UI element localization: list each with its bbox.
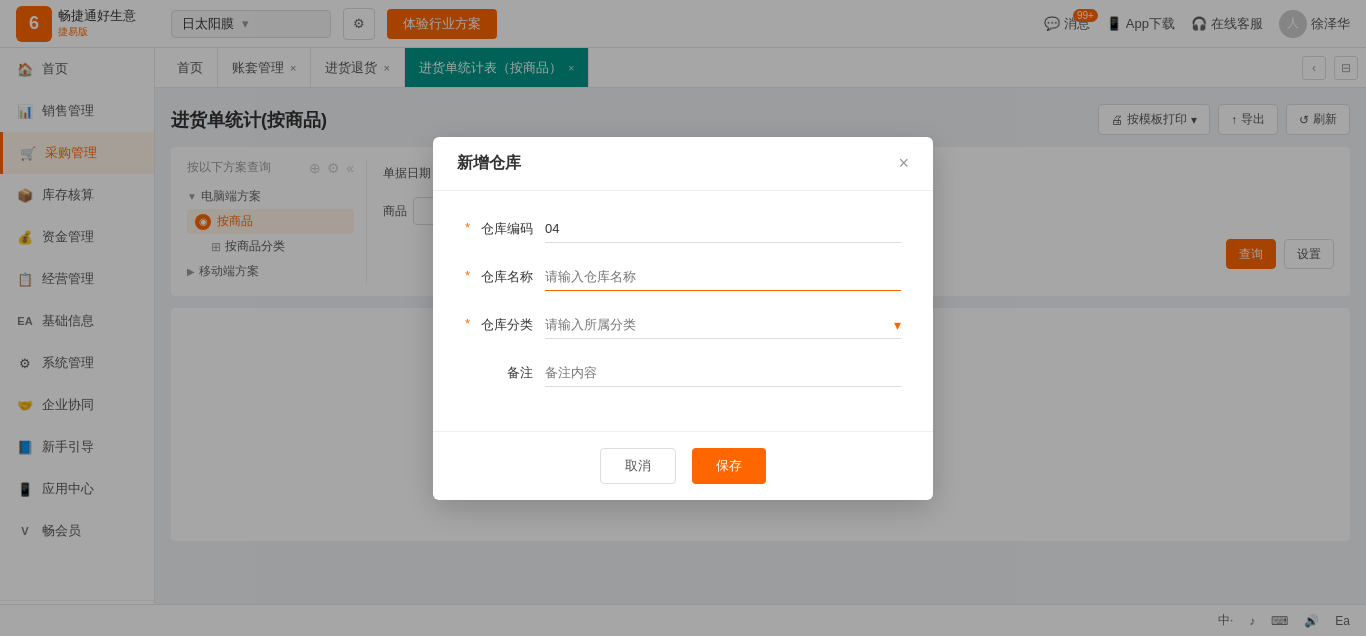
code-label: 仓库编码 bbox=[465, 220, 545, 238]
modal-dialog: 新增仓库 × 仓库编码 仓库名称 仓库分类 ▾ bbox=[433, 137, 933, 500]
name-label: 仓库名称 bbox=[465, 268, 545, 286]
modal-close-button[interactable]: × bbox=[898, 154, 909, 172]
form-row-name: 仓库名称 bbox=[465, 263, 901, 291]
form-row-remark: 备注 bbox=[465, 359, 901, 387]
modal-overlay[interactable]: 新增仓库 × 仓库编码 仓库名称 仓库分类 ▾ bbox=[0, 0, 1366, 636]
category-label: 仓库分类 bbox=[465, 316, 545, 334]
category-wrap: ▾ bbox=[545, 311, 901, 339]
modal-footer: 取消 保存 bbox=[433, 431, 933, 500]
form-row-category: 仓库分类 ▾ bbox=[465, 311, 901, 339]
name-input[interactable] bbox=[545, 263, 901, 291]
cancel-button[interactable]: 取消 bbox=[600, 448, 676, 484]
modal-title: 新增仓库 bbox=[457, 153, 521, 174]
category-dropdown-icon: ▾ bbox=[894, 317, 901, 333]
form-row-code: 仓库编码 bbox=[465, 215, 901, 243]
save-button[interactable]: 保存 bbox=[692, 448, 766, 484]
remark-label: 备注 bbox=[465, 364, 545, 382]
code-input[interactable] bbox=[545, 215, 901, 243]
category-input[interactable] bbox=[545, 311, 901, 339]
remark-input[interactable] bbox=[545, 359, 901, 387]
modal-header: 新增仓库 × bbox=[433, 137, 933, 191]
modal-body: 仓库编码 仓库名称 仓库分类 ▾ 备注 bbox=[433, 191, 933, 431]
